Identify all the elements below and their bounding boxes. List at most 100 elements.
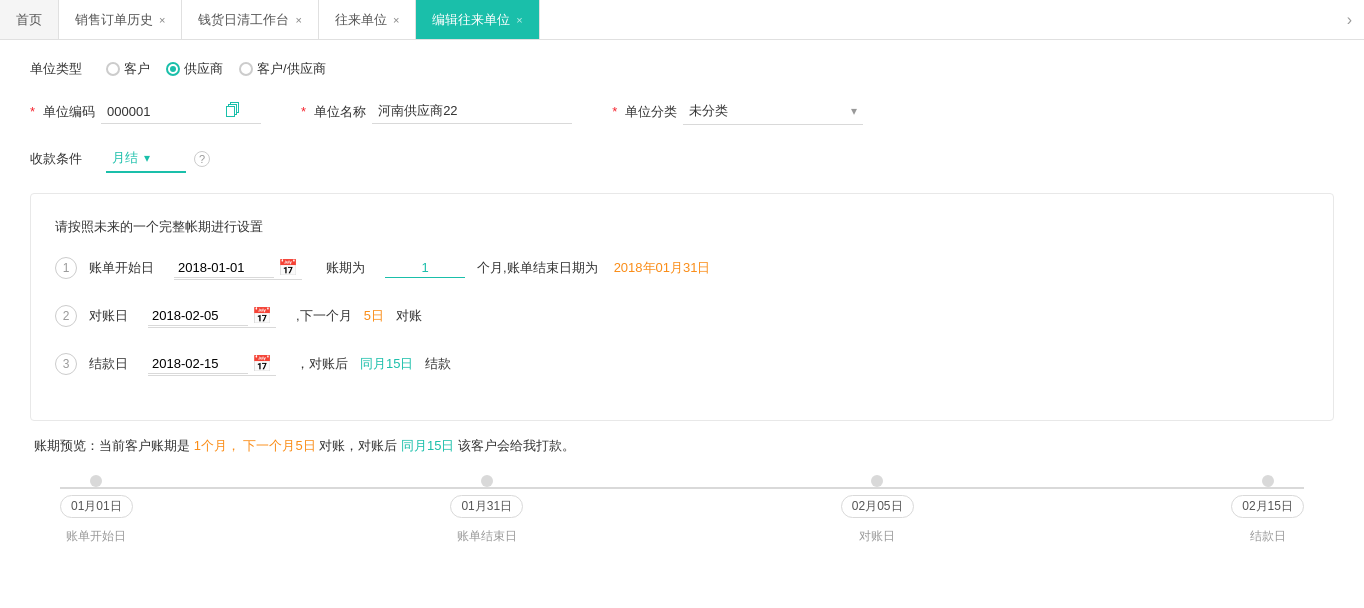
preview-prefix: 账期预览：当前客户账期是 <box>34 438 190 453</box>
tab-bar: 首页 销售订单历史 × 钱货日清工作台 × 往来单位 × 编辑往来单位 × › <box>0 0 1364 40</box>
tab-partner-unit[interactable]: 往来单位 × <box>319 0 416 39</box>
tab-home[interactable]: 首页 <box>0 0 59 39</box>
calendar-icon-3[interactable]: 📅 <box>248 352 276 375</box>
step-3-suffix-pre: ，对账后 <box>296 355 348 373</box>
preview-reconcile: 对账，对账后 <box>319 438 397 453</box>
required-star-name: * <box>301 104 306 119</box>
unit-name-group: * 单位名称 <box>301 100 572 124</box>
step-2-label: 对账日 <box>89 307 128 325</box>
close-icon-sales[interactable]: × <box>159 14 165 26</box>
step-1-period-unit: 个月,账单结束日期为 <box>477 259 598 277</box>
unit-category-label: 单位分类 <box>625 103 677 121</box>
tab-partner-unit-label: 往来单位 <box>335 11 387 29</box>
tab-cash-work[interactable]: 钱货日清工作台 × <box>182 0 318 39</box>
timeline-label-2: 账单结束日 <box>457 528 517 545</box>
payment-condition-group: 月结 ▾ ? <box>106 145 210 173</box>
calendar-icon-1[interactable]: 📅 <box>274 256 302 279</box>
radio-both-label: 客户/供应商 <box>257 60 326 78</box>
radio-supplier-label: 供应商 <box>184 60 223 78</box>
step-3-label: 结款日 <box>89 355 128 373</box>
close-icon-edit-partner[interactable]: × <box>516 14 522 26</box>
unit-info-row: * 单位编码 🗍 * 单位名称 * 单位分类 未分类 ▾ <box>30 98 1334 125</box>
unit-name-input[interactable] <box>372 100 572 124</box>
payment-condition-select[interactable]: 月结 ▾ <box>106 145 186 173</box>
timeline-dot-2 <box>481 475 493 487</box>
preview-suffix: 该客户会给我打款。 <box>458 438 575 453</box>
step-1-row: 1 账单开始日 📅 账期为 个月,账单结束日期为 2018年01月31日 <box>55 256 1309 280</box>
unit-code-input[interactable] <box>101 100 221 123</box>
step-2-date-wrapper: 📅 <box>148 304 276 328</box>
timeline-label-4: 结款日 <box>1250 528 1286 545</box>
close-icon-partner[interactable]: × <box>393 14 399 26</box>
tab-home-label: 首页 <box>16 11 42 29</box>
timeline-points: 01月01日 账单开始日 01月31日 账单结束日 02月05日 对账日 02月… <box>60 475 1304 545</box>
unit-code-group: * 单位编码 🗍 <box>30 100 261 124</box>
radio-both[interactable]: 客户/供应商 <box>239 60 326 78</box>
unit-code-label: 单位编码 <box>43 103 95 121</box>
copy-icon[interactable]: 🗍 <box>221 100 245 122</box>
preview-mid: 下一个月 <box>243 438 295 453</box>
payment-condition-value: 月结 <box>112 149 138 167</box>
timeline-point-1: 01月01日 账单开始日 <box>60 475 133 545</box>
unit-name-label: 单位名称 <box>314 103 366 121</box>
radio-circle-supplier <box>166 62 180 76</box>
preview-period: 1个月， <box>194 438 240 453</box>
timeline-point-2: 01月31日 账单结束日 <box>450 475 523 545</box>
calendar-icon-2[interactable]: 📅 <box>248 304 276 327</box>
step-3-suffix-num: 同月15日 <box>360 355 413 373</box>
step-1-label: 账单开始日 <box>89 259 154 277</box>
tab-more-button[interactable]: › <box>1335 11 1364 29</box>
step-1-date-wrapper: 📅 <box>174 256 302 280</box>
required-star-category: * <box>612 104 617 119</box>
unit-category-select[interactable]: 未分类 ▾ <box>683 98 863 125</box>
step-3-number: 3 <box>55 353 77 375</box>
timeline-dot-1 <box>90 475 102 487</box>
radio-supplier[interactable]: 供应商 <box>166 60 223 78</box>
timeline-label-1: 账单开始日 <box>66 528 126 545</box>
tab-edit-partner-label: 编辑往来单位 <box>432 11 510 29</box>
timeline-label-3: 对账日 <box>859 528 895 545</box>
payment-condition-row: 收款条件 月结 ▾ ? <box>30 145 1334 173</box>
timeline: 01月01日 账单开始日 01月31日 账单结束日 02月05日 对账日 02月… <box>30 475 1334 545</box>
timeline-badge-1: 01月01日 <box>60 495 133 518</box>
step-2-date-input[interactable] <box>148 306 248 326</box>
info-box-title: 请按照未来的一个完整帐期进行设置 <box>55 218 1309 236</box>
radio-circle-customer <box>106 62 120 76</box>
step-2-number: 2 <box>55 305 77 327</box>
timeline-badge-2: 01月31日 <box>450 495 523 518</box>
unit-category-group: * 单位分类 未分类 ▾ <box>612 98 863 125</box>
step-3-suffix-post: 结款 <box>425 355 451 373</box>
tab-cash-work-label: 钱货日清工作台 <box>198 11 289 29</box>
timeline-dot-3 <box>871 475 883 487</box>
step-3-date-input[interactable] <box>148 354 248 374</box>
step-1-period-label: 账期为 <box>326 259 365 277</box>
step-2-suffix-post: 对账 <box>396 307 422 325</box>
preview-text: 账期预览：当前客户账期是 1个月， 下一个月5日 对账，对账后 同月15日 该客… <box>30 437 1334 455</box>
chevron-down-payment-icon: ▾ <box>144 151 150 165</box>
step-3-row: 3 结款日 📅 ，对账后 同月15日 结款 <box>55 352 1309 376</box>
tab-sales-order-history-label: 销售订单历史 <box>75 11 153 29</box>
chevron-down-icon: ▾ <box>851 104 857 118</box>
unit-type-radio-group: 客户 供应商 客户/供应商 <box>106 60 326 78</box>
step-3-date-wrapper: 📅 <box>148 352 276 376</box>
unit-type-label: 单位类型 <box>30 60 82 78</box>
step-1-number: 1 <box>55 257 77 279</box>
timeline-dot-4 <box>1262 475 1274 487</box>
unit-code-input-wrapper: 🗍 <box>101 100 261 124</box>
close-icon-cash[interactable]: × <box>295 14 301 26</box>
preview-pay-day: 同月15日 <box>401 438 454 453</box>
step-2-row: 2 对账日 📅 ,下一个月 5日 对账 <box>55 304 1309 328</box>
main-content: 单位类型 客户 供应商 客户/供应商 * 单位编码 🗍 <box>0 40 1364 608</box>
step-1-period-end: 2018年01月31日 <box>614 259 711 277</box>
step-2-suffix-pre: ,下一个月 <box>296 307 352 325</box>
tab-sales-order-history[interactable]: 销售订单历史 × <box>59 0 182 39</box>
unit-type-row: 单位类型 客户 供应商 客户/供应商 <box>30 60 1334 78</box>
required-star-code: * <box>30 104 35 119</box>
period-input[interactable] <box>385 258 465 278</box>
timeline-point-4: 02月15日 结款日 <box>1231 475 1304 545</box>
help-icon[interactable]: ? <box>194 151 210 167</box>
step-1-date-input[interactable] <box>174 258 274 278</box>
tab-edit-partner[interactable]: 编辑往来单位 × <box>416 0 539 39</box>
timeline-badge-4: 02月15日 <box>1231 495 1304 518</box>
radio-customer[interactable]: 客户 <box>106 60 150 78</box>
